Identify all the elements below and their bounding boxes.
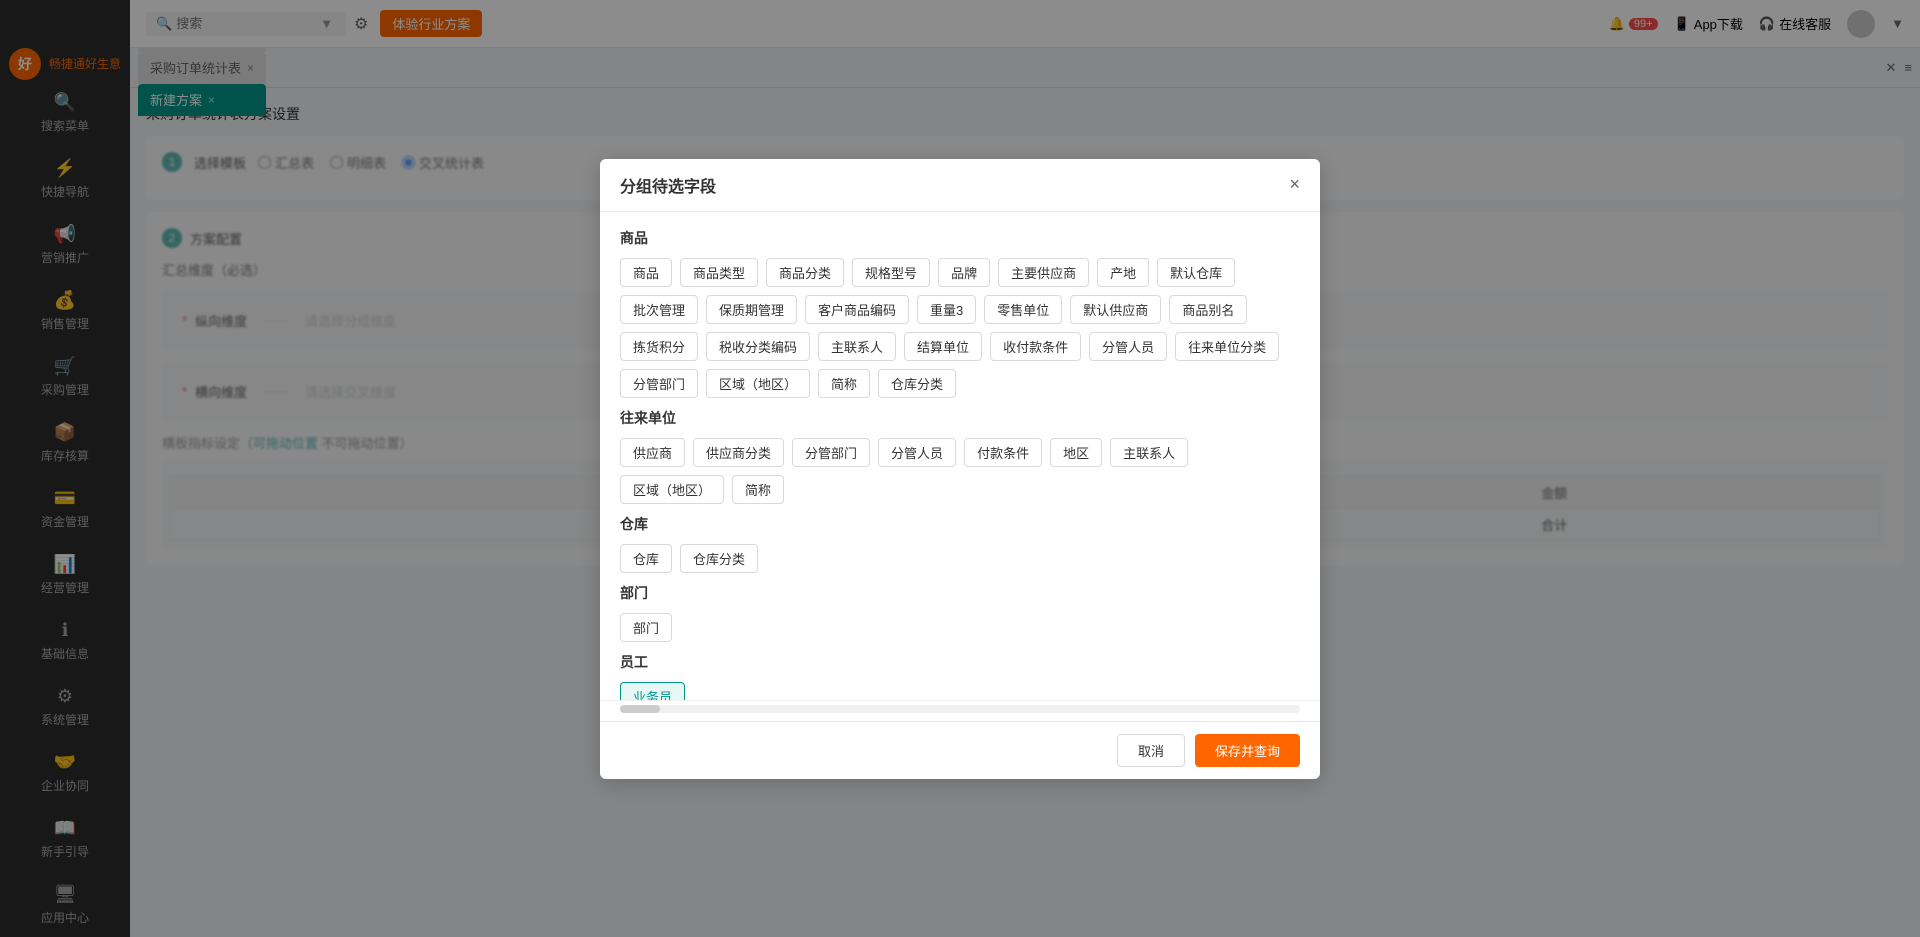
field-tag-goods-21[interactable]: 往来单位分类	[1175, 332, 1279, 361]
modal-hscroll[interactable]	[600, 700, 1320, 721]
field-tag-department-0[interactable]: 部门	[620, 613, 672, 642]
field-tag-goods-19[interactable]: 收付款条件	[990, 332, 1081, 361]
modal-close-button[interactable]: ×	[1289, 174, 1300, 195]
field-tag-goods-11[interactable]: 重量3	[917, 295, 976, 324]
field-tag-partner-0[interactable]: 供应商	[620, 438, 685, 467]
field-tag-goods-8[interactable]: 批次管理	[620, 295, 698, 324]
field-tag-partner-7[interactable]: 区域（地区）	[620, 475, 724, 504]
field-tag-goods-22[interactable]: 分管部门	[620, 369, 698, 398]
modal-overlay: 分组待选字段 × 商品商品商品类型商品分类规格型号品牌主要供应商产地默认仓库批次…	[0, 0, 1920, 937]
cancel-button[interactable]: 取消	[1117, 734, 1185, 767]
field-tag-warehouse-0[interactable]: 仓库	[620, 544, 672, 573]
modal-body: 商品商品商品类型商品分类规格型号品牌主要供应商产地默认仓库批次管理保质期管理客户…	[600, 212, 1320, 700]
field-grid-partner: 供应商供应商分类分管部门分管人员付款条件地区主联系人区域（地区） 简称	[620, 438, 1300, 504]
modal-title: 分组待选字段	[620, 173, 716, 197]
field-tag-goods-14[interactable]: 商品别名	[1169, 295, 1247, 324]
field-tag-goods-10[interactable]: 客户商品编码	[805, 295, 909, 324]
field-grid-employee: 业务员	[620, 682, 1300, 700]
field-tag-goods-20[interactable]: 分管人员	[1089, 332, 1167, 361]
field-tag-goods-3[interactable]: 规格型号	[852, 258, 930, 287]
field-tag-goods-18[interactable]: 结算单位	[904, 332, 982, 361]
field-tag-partner-8[interactable]: 简称	[732, 475, 784, 504]
field-tag-goods-5[interactable]: 主要供应商	[998, 258, 1089, 287]
field-tag-goods-24[interactable]: 简称	[818, 369, 870, 398]
save-query-button[interactable]: 保存并查询	[1195, 734, 1300, 767]
field-tag-partner-4[interactable]: 付款条件	[964, 438, 1042, 467]
field-tag-goods-6[interactable]: 产地	[1097, 258, 1149, 287]
field-tag-goods-17[interactable]: 主联系人	[818, 332, 896, 361]
field-tag-partner-2[interactable]: 分管部门	[792, 438, 870, 467]
field-tag-goods-16[interactable]: 税收分类编码	[706, 332, 810, 361]
field-tag-partner-3[interactable]: 分管人员	[878, 438, 956, 467]
section-title-department: 部门	[620, 583, 1300, 603]
field-tag-goods-12[interactable]: 零售单位	[984, 295, 1062, 324]
field-tag-goods-1[interactable]: 商品类型	[680, 258, 758, 287]
field-grid-goods: 商品商品类型商品分类规格型号品牌主要供应商产地默认仓库批次管理保质期管理客户商品…	[620, 258, 1300, 398]
hscroll-thumb[interactable]	[620, 705, 660, 713]
field-tag-partner-6[interactable]: 主联系人	[1110, 438, 1188, 467]
field-tag-goods-13[interactable]: 默认供应商	[1070, 295, 1161, 324]
hscroll-track	[620, 705, 1300, 713]
section-title-goods: 商品	[620, 228, 1300, 248]
field-tag-employee-0[interactable]: 业务员	[620, 682, 685, 700]
field-grid-warehouse: 仓库仓库分类	[620, 544, 1300, 573]
field-tag-goods-7[interactable]: 默认仓库	[1157, 258, 1235, 287]
field-tag-goods-2[interactable]: 商品分类	[766, 258, 844, 287]
field-tag-partner-1[interactable]: 供应商分类	[693, 438, 784, 467]
field-tag-warehouse-1[interactable]: 仓库分类	[680, 544, 758, 573]
field-tag-goods-4[interactable]: 品牌	[938, 258, 990, 287]
field-tag-goods-23[interactable]: 区域（地区）	[706, 369, 810, 398]
field-selection-modal: 分组待选字段 × 商品商品商品类型商品分类规格型号品牌主要供应商产地默认仓库批次…	[600, 159, 1320, 779]
field-grid-department: 部门	[620, 613, 1300, 642]
field-tag-goods-25[interactable]: 仓库分类	[878, 369, 956, 398]
section-title-warehouse: 仓库	[620, 514, 1300, 534]
section-title-employee: 员工	[620, 652, 1300, 672]
section-title-partner: 往来单位	[620, 408, 1300, 428]
field-tag-goods-9[interactable]: 保质期管理	[706, 295, 797, 324]
field-tag-partner-5[interactable]: 地区	[1050, 438, 1102, 467]
field-tag-goods-0[interactable]: 商品	[620, 258, 672, 287]
modal-header: 分组待选字段 ×	[600, 159, 1320, 212]
field-tag-goods-15[interactable]: 拣货积分	[620, 332, 698, 361]
modal-footer: 取消 保存并查询	[600, 721, 1320, 779]
